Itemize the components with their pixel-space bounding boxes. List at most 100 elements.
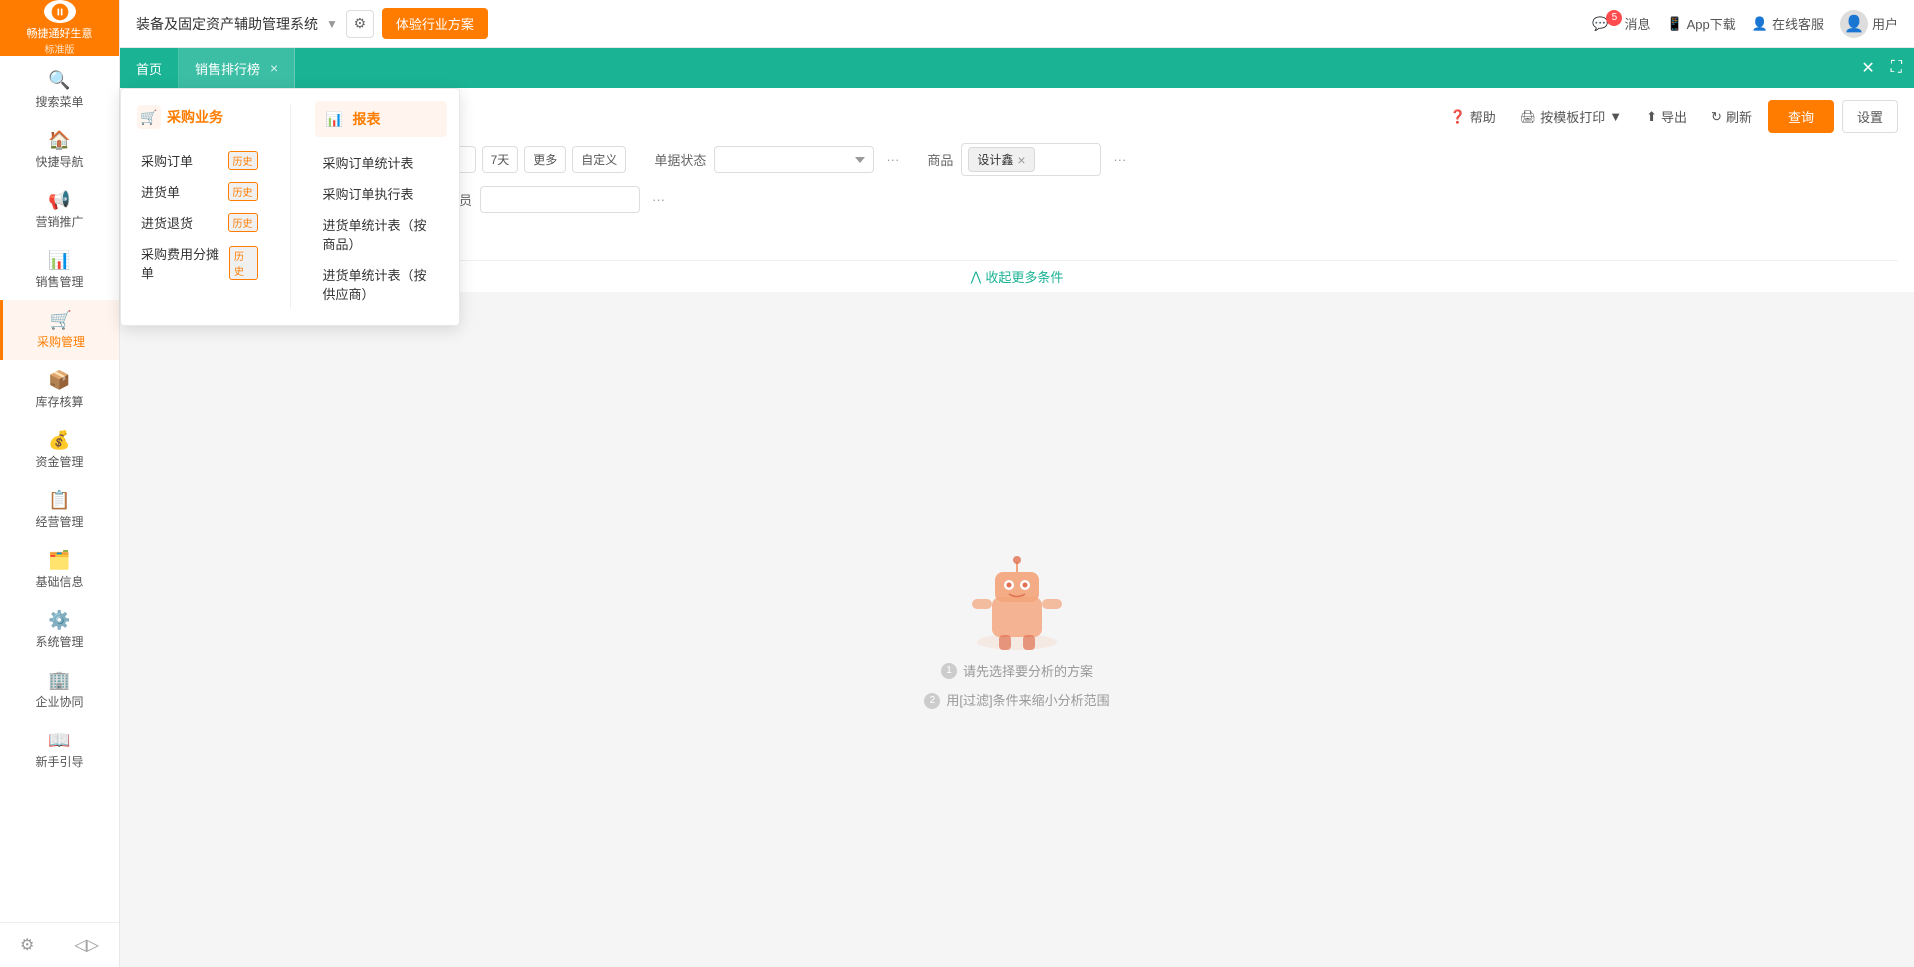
sidebar-icon-system_mgmt: ⚙️ bbox=[48, 610, 70, 631]
receive-stat-goods-label: 进货单统计表（按商品） bbox=[323, 215, 440, 253]
refresh-icon: ↻ bbox=[1711, 109, 1722, 125]
help-btn[interactable]: ❓ 帮助 bbox=[1442, 100, 1504, 133]
dropdown-item-receive-stat-goods[interactable]: 进货单统计表（按商品） bbox=[319, 209, 444, 259]
dropdown-item-purchase-return[interactable]: 进货退货 历史 bbox=[137, 207, 262, 238]
sidebar-item-quick_nav[interactable]: 🏠 快捷导航 bbox=[0, 120, 119, 180]
tab-home-label: 首页 bbox=[136, 59, 162, 78]
dropdown-col-report: 📊 报表 采购订单统计表 采购订单执行表 进货单统计表（按商品） 进货单统计表（… bbox=[319, 105, 444, 309]
goods-tag-remove[interactable]: × bbox=[1017, 152, 1025, 168]
salesperson-input[interactable] bbox=[480, 186, 640, 213]
purchase-expense-hist: 历史 bbox=[229, 246, 257, 280]
tab-home[interactable]: 首页 bbox=[120, 48, 179, 88]
app-download-btn[interactable]: 📱 App下载 bbox=[1666, 14, 1735, 33]
sidebar-item-search[interactable]: 🔍 搜索菜单 bbox=[0, 60, 119, 120]
logo-sub: 标准版 bbox=[45, 41, 75, 56]
purchase-order-stat-label: 采购订单统计表 bbox=[323, 153, 414, 172]
print-arrow: ▼ bbox=[1609, 109, 1622, 124]
collapse-btn[interactable]: ⋀ 收起更多条件 bbox=[971, 267, 1064, 286]
tab-expand-icon[interactable]: ⛶ bbox=[1887, 55, 1906, 81]
dropdown-col-report-header: 📊 报表 bbox=[315, 101, 448, 137]
date-preset-7days[interactable]: 7天 bbox=[482, 146, 519, 173]
goods-tag-text: 设计鑫 bbox=[977, 151, 1013, 168]
date-preset-custom[interactable]: 自定义 bbox=[572, 146, 626, 173]
goods-label: 商品 bbox=[927, 150, 953, 169]
service-icon: 👤 bbox=[1752, 16, 1768, 32]
sidebar-item-purchase_mgmt[interactable]: 🛒 采购管理 bbox=[0, 300, 119, 360]
sidebar: 畅捷通好生意 标准版 🔍 搜索菜单 🏠 快捷导航 📢 营销推广 📊 销售管理 🛒… bbox=[0, 0, 120, 967]
sidebar-settings-icon[interactable]: ⚙ bbox=[20, 935, 34, 955]
dropdown-item-purchase-expense[interactable]: 采购费用分摊单 历史 bbox=[137, 238, 262, 288]
industry-btn[interactable]: 体验行业方案 bbox=[382, 8, 488, 39]
step-1-text: 请先选择要分析的方案 bbox=[963, 660, 1093, 683]
purchase-order-label: 采购订单 bbox=[141, 151, 193, 170]
dropdown-item-purchase-order[interactable]: 采购订单 历史 bbox=[137, 145, 262, 176]
tab-sales-rank-close[interactable]: × bbox=[270, 60, 278, 76]
salesperson-more[interactable]: ··· bbox=[652, 192, 665, 207]
export-btn[interactable]: ⬆ 导出 bbox=[1638, 100, 1695, 133]
sidebar-item-new_guide[interactable]: 📖 新手引导 bbox=[0, 720, 119, 780]
sidebar-item-enterprise[interactable]: 🏢 企业协同 bbox=[0, 660, 119, 720]
dropdown-divider bbox=[290, 105, 291, 309]
purchase-return-hist: 历史 bbox=[228, 213, 258, 232]
voucher-status-select[interactable] bbox=[714, 146, 874, 173]
user-avatar: 👤 bbox=[1840, 10, 1868, 38]
step-2-text: 用[过滤]条件来缩小分析范围 bbox=[946, 689, 1109, 712]
date-preset-more[interactable]: 更多 bbox=[524, 146, 566, 173]
logo-icon bbox=[44, 0, 76, 23]
sidebar-item-marketing[interactable]: 📢 营销推广 bbox=[0, 180, 119, 240]
purchase-expense-label: 采购费用分摊单 bbox=[141, 244, 225, 282]
header-settings-btn[interactable]: ⚙ bbox=[346, 10, 374, 38]
purchase-col-icon: 🛒 bbox=[137, 105, 161, 129]
dropdown-item-purchase-order-exec[interactable]: 采购订单执行表 bbox=[319, 178, 444, 209]
settings-button[interactable]: 设置 bbox=[1842, 100, 1898, 133]
refresh-label: 刷新 bbox=[1726, 107, 1752, 126]
dropdown-col-purchase-header: 🛒 采购业务 bbox=[137, 105, 262, 135]
sidebar-label-inventory: 库存核算 bbox=[35, 393, 83, 410]
top-header: 装备及固定资产辅助管理系统 ▼ ⚙ 体验行业方案 💬 5 消息 📱 App下载 … bbox=[120, 0, 1914, 48]
system-dropdown-arrow[interactable]: ▼ bbox=[326, 17, 338, 31]
goods-tag: 设计鑫 × bbox=[968, 147, 1034, 172]
tab-sales-rank[interactable]: 销售排行榜 × bbox=[179, 48, 295, 88]
step-2-num: 2 bbox=[924, 693, 940, 709]
sidebar-footer: ⚙ ◁▷ bbox=[0, 922, 119, 967]
dropdown-item-purchase-order-stat[interactable]: 采购订单统计表 bbox=[319, 147, 444, 178]
sidebar-item-operations[interactable]: 📋 经营管理 bbox=[0, 480, 119, 540]
tab-close-all-icon[interactable]: ✕ bbox=[1857, 54, 1878, 82]
sidebar-item-inventory[interactable]: 📦 库存核算 bbox=[0, 360, 119, 420]
refresh-btn[interactable]: ↻ 刷新 bbox=[1703, 100, 1760, 133]
dropdown-item-purchase-receive[interactable]: 进货单 历史 bbox=[137, 176, 262, 207]
report-col-icon: 📊 bbox=[323, 107, 347, 131]
sidebar-label-enterprise: 企业协同 bbox=[35, 693, 83, 710]
export-label: 导出 bbox=[1661, 107, 1687, 126]
template-print-btn[interactable]: 🖨 按模板打印 ▼ bbox=[1512, 100, 1630, 133]
empty-state: 1 请先选择要分析的方案 2 用[过滤]条件来缩小分析范围 bbox=[924, 547, 1109, 713]
voucher-status-more[interactable]: ··· bbox=[886, 152, 899, 167]
sidebar-label-search: 搜索菜单 bbox=[35, 93, 83, 110]
query-button[interactable]: 查询 bbox=[1768, 100, 1834, 133]
messages-label: 消息 bbox=[1624, 14, 1650, 33]
help-icon: ❓ bbox=[1450, 109, 1466, 125]
user-menu[interactable]: 👤 用户 bbox=[1840, 10, 1898, 38]
online-service-btn[interactable]: 👤 在线客服 bbox=[1752, 14, 1824, 33]
sidebar-icon-search: 🔍 bbox=[48, 70, 70, 91]
export-icon: ⬆ bbox=[1646, 109, 1657, 125]
goods-more[interactable]: ··· bbox=[1113, 152, 1126, 167]
sidebar-item-sales_mgmt[interactable]: 📊 销售管理 bbox=[0, 240, 119, 300]
purchase-col-title: 采购业务 bbox=[167, 107, 223, 127]
sidebar-navigation: 🔍 搜索菜单 🏠 快捷导航 📢 营销推广 📊 销售管理 🛒 采购管理 📦 库存核… bbox=[0, 56, 119, 922]
sidebar-label-new_guide: 新手引导 bbox=[35, 753, 83, 770]
sidebar-icon-enterprise: 🏢 bbox=[48, 670, 70, 691]
sidebar-item-basic_info[interactable]: 🗂️ 基础信息 bbox=[0, 540, 119, 600]
sidebar-collapse-icon[interactable]: ◁▷ bbox=[74, 935, 99, 955]
data-area: 1 请先选择要分析的方案 2 用[过滤]条件来缩小分析范围 bbox=[120, 292, 1914, 967]
header-right: 💬 5 消息 📱 App下载 👤 在线客服 👤 用户 bbox=[1592, 10, 1898, 38]
collapse-icon: ⋀ bbox=[971, 269, 982, 285]
dropdown-item-receive-stat-supplier[interactable]: 进货单统计表（按供应商） bbox=[319, 259, 444, 309]
sidebar-icon-quick_nav: 🏠 bbox=[48, 130, 70, 151]
sidebar-item-capital_mgmt[interactable]: 💰 资金管理 bbox=[0, 420, 119, 480]
messages-btn[interactable]: 💬 5 消息 bbox=[1592, 14, 1650, 33]
voucher-status-label: 单据状态 bbox=[654, 150, 706, 169]
sidebar-icon-capital_mgmt: 💰 bbox=[48, 430, 70, 451]
sidebar-item-system_mgmt[interactable]: ⚙️ 系统管理 bbox=[0, 600, 119, 660]
empty-state-text: 1 请先选择要分析的方案 2 用[过滤]条件来缩小分析范围 bbox=[924, 660, 1109, 713]
